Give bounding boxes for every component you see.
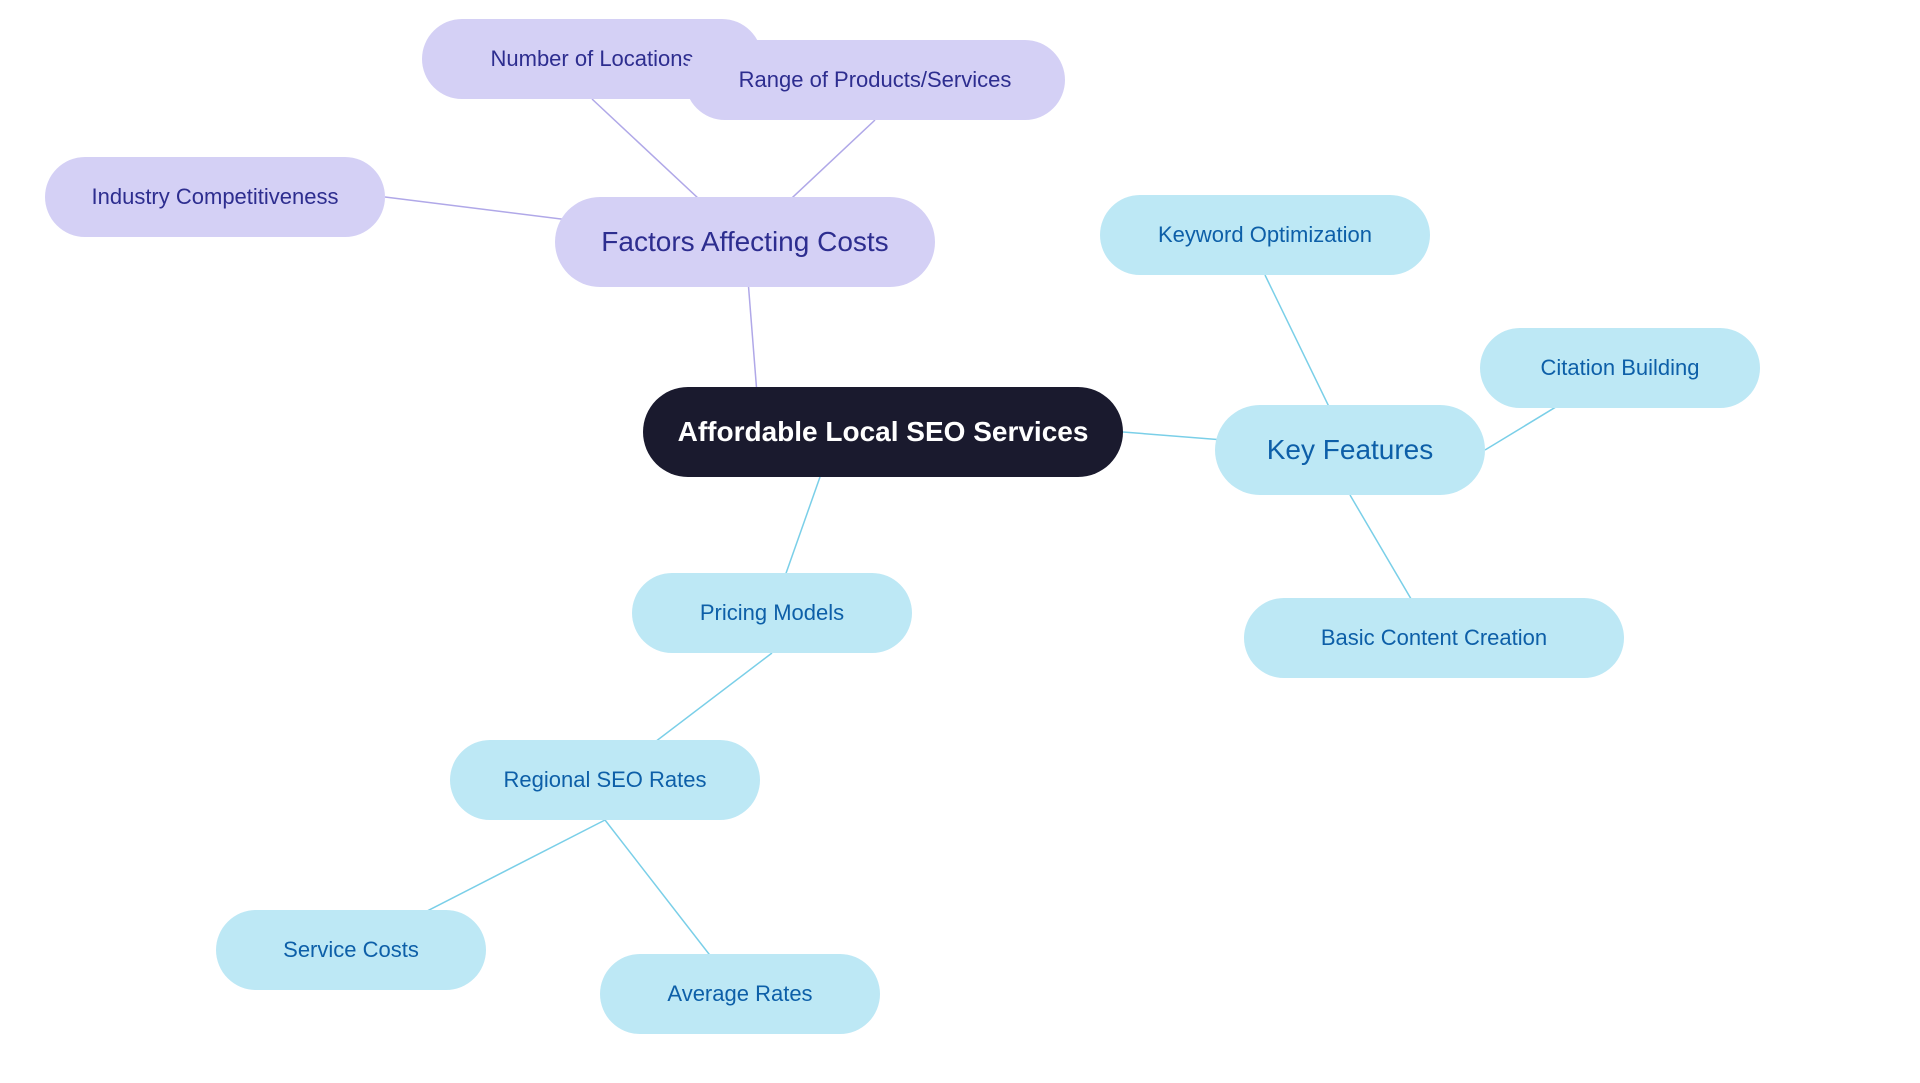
- regional-seo-label: Regional SEO Rates: [504, 767, 707, 793]
- service-costs-label: Service Costs: [283, 937, 419, 963]
- key-features-node: Key Features: [1215, 405, 1485, 495]
- service-costs-node: Service Costs: [216, 910, 486, 990]
- industry-label: Industry Competitiveness: [92, 184, 339, 210]
- regional-seo-node: Regional SEO Rates: [450, 740, 760, 820]
- range-products-node: Range of Products/Services: [685, 40, 1065, 120]
- range-products-label: Range of Products/Services: [739, 67, 1012, 93]
- center-label: Affordable Local SEO Services: [678, 416, 1089, 448]
- basic-content-label: Basic Content Creation: [1321, 625, 1547, 651]
- citation-node: Citation Building: [1480, 328, 1760, 408]
- keyword-opt-label: Keyword Optimization: [1158, 222, 1372, 248]
- citation-label: Citation Building: [1541, 355, 1700, 381]
- basic-content-node: Basic Content Creation: [1244, 598, 1624, 678]
- key-features-label: Key Features: [1267, 434, 1434, 466]
- industry-node: Industry Competitiveness: [45, 157, 385, 237]
- average-rates-node: Average Rates: [600, 954, 880, 1034]
- pricing-models-label: Pricing Models: [700, 600, 844, 626]
- factors-node: Factors Affecting Costs: [555, 197, 935, 287]
- pricing-models-node: Pricing Models: [632, 573, 912, 653]
- factors-label: Factors Affecting Costs: [601, 226, 888, 258]
- keyword-opt-node: Keyword Optimization: [1100, 195, 1430, 275]
- number-locations-label: Number of Locations: [491, 46, 694, 72]
- average-rates-label: Average Rates: [667, 981, 812, 1007]
- center-node: Affordable Local SEO Services: [643, 387, 1123, 477]
